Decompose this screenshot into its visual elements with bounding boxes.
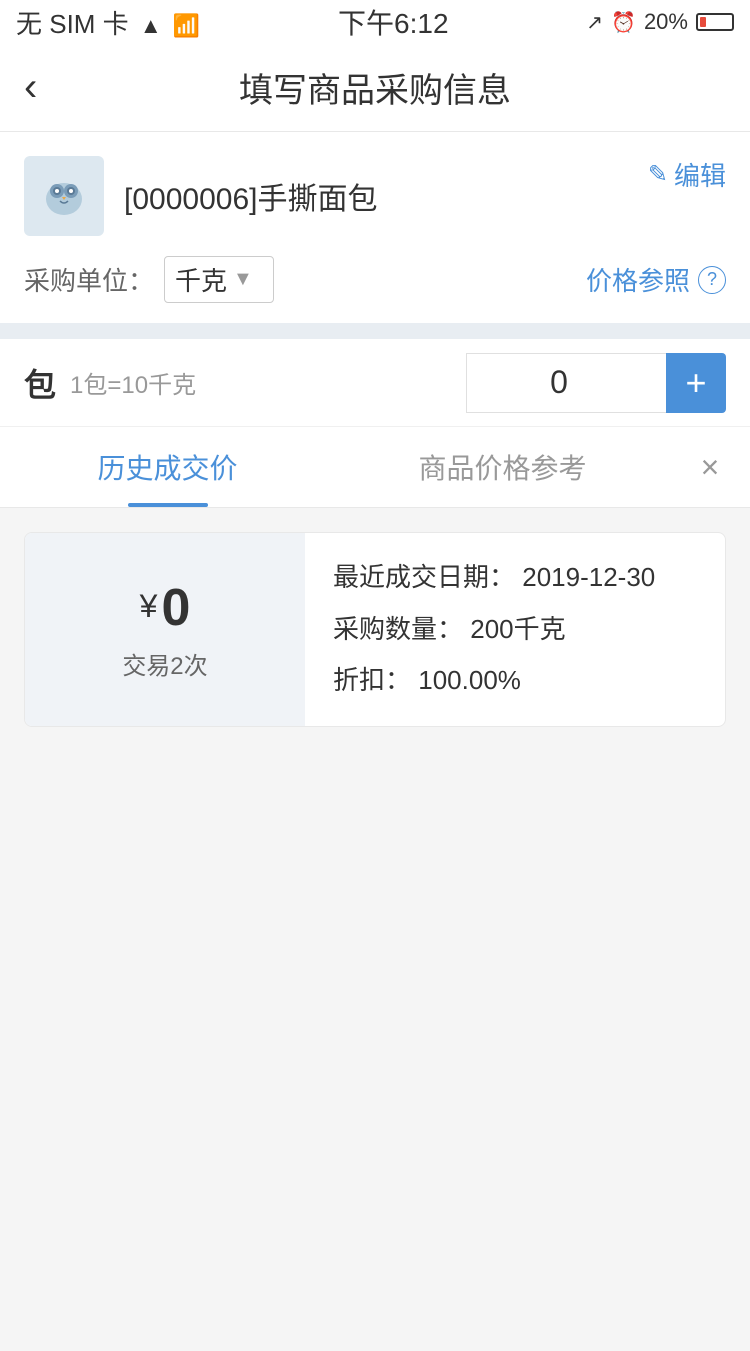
price-reference-button[interactable]: 价格参照 ? (586, 261, 726, 298)
page-title: 填写商品采购信息 (239, 63, 511, 112)
discount-label: 折扣： (333, 665, 411, 695)
status-signal: 无 SIM 卡 ▲ 📶 (16, 4, 200, 41)
product-thumbnail (24, 156, 104, 236)
qty-sub-label: 1包=10千克 (70, 365, 196, 400)
bottom-area (0, 751, 750, 1351)
tab-history-label: 历史成交价 (97, 447, 237, 487)
qty-unit-label: 包 (24, 360, 56, 406)
currency-symbol: ¥ (140, 588, 158, 625)
quantity-left: 包 1包=10千克 (24, 360, 196, 406)
location-icon: ↗ (586, 10, 603, 35)
info-icon: ? (698, 266, 726, 294)
unit-select[interactable]: 千克 ▼ (164, 256, 274, 303)
unit-label: 采购单位： (24, 261, 154, 298)
purchase-qty-row: 采购数量： 200千克 (333, 609, 697, 651)
tab-active-indicator (128, 503, 208, 507)
trade-date-label: 最近成交日期： (333, 562, 515, 592)
tab-price-ref-label: 商品价格参考 (418, 447, 586, 487)
product-name: [0000006]手撕面包 (124, 174, 377, 218)
trade-count: 交易2次 (122, 646, 207, 681)
alarm-icon: ⏰ (611, 10, 636, 35)
unit-value: 千克 (175, 261, 227, 298)
trade-date-row: 最近成交日期： 2019-12-30 (333, 557, 697, 599)
product-card: [0000006]手撕面包 ✎ 编辑 采购单位： 千克 ▼ 价格参照 ? (0, 132, 750, 323)
quantity-input[interactable] (466, 353, 666, 413)
section-divider (0, 323, 750, 339)
edit-icon: ✎ (648, 160, 668, 189)
purchase-qty-value: 200千克 (470, 614, 565, 644)
product-left: [0000006]手撕面包 (24, 156, 377, 236)
price-ref-label: 价格参照 (586, 261, 690, 298)
quantity-plus-button[interactable]: + (666, 353, 726, 413)
discount-value: 100.00% (418, 665, 521, 695)
trade-date-value: 2019-12-30 (522, 562, 655, 592)
discount-row: 折扣： 100.00% (333, 660, 697, 702)
history-price-left: ¥ 0 交易2次 (25, 533, 305, 726)
close-icon: × (701, 449, 720, 486)
plus-icon: + (685, 365, 706, 401)
purchase-qty-label: 采购数量： (333, 614, 463, 644)
unit-row: 采购单位： 千克 ▼ (24, 256, 274, 303)
tab-history-price[interactable]: 历史成交价 (0, 427, 335, 507)
tab-close-button[interactable]: × (670, 427, 750, 507)
nav-bar: ‹ 填写商品采购信息 (0, 44, 750, 132)
status-bar: 无 SIM 卡 ▲ 📶 下午6:12 ↗ ⏰ 20% (0, 0, 750, 44)
history-card: ¥ 0 交易2次 最近成交日期： 2019-12-30 采购数量： 200千克 … (24, 532, 726, 727)
dropdown-arrow-icon: ▼ (233, 268, 253, 291)
history-section: ¥ 0 交易2次 最近成交日期： 2019-12-30 采购数量： 200千克 … (0, 508, 750, 751)
status-right: ↗ ⏰ 20% (586, 9, 734, 35)
tabs-container: 历史成交价 商品价格参考 × (0, 427, 750, 508)
product-header: [0000006]手撕面包 ✎ 编辑 (24, 156, 726, 236)
tab-price-reference[interactable]: 商品价格参考 (335, 427, 670, 507)
edit-button[interactable]: ✎ 编辑 (648, 156, 726, 193)
history-details-right: 最近成交日期： 2019-12-30 采购数量： 200千克 折扣： 100.0… (305, 533, 725, 726)
battery-icon (696, 13, 734, 31)
owl-logo-icon (39, 171, 89, 221)
back-button[interactable]: ‹ (24, 65, 37, 110)
history-price-value: ¥ 0 (140, 578, 191, 638)
price-number: 0 (161, 578, 190, 638)
status-time: 下午6:12 (338, 2, 449, 42)
product-footer: 采购单位： 千克 ▼ 价格参照 ? (24, 256, 726, 303)
quantity-right: + (466, 353, 726, 413)
battery-percent: 20% (644, 9, 688, 35)
quantity-row: 包 1包=10千克 + (0, 339, 750, 427)
